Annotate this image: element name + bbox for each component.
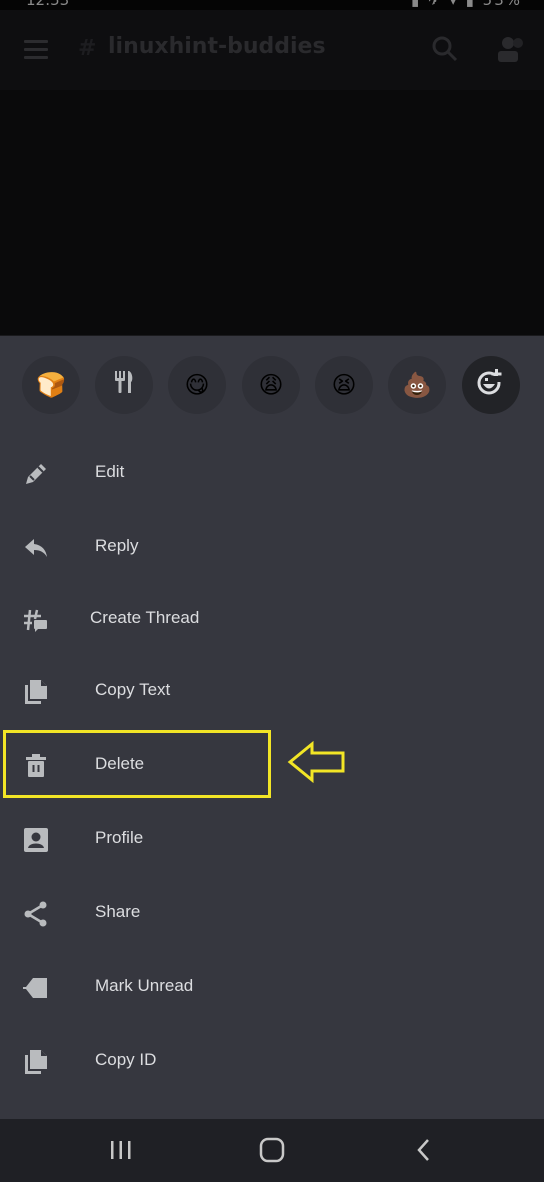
members-icon[interactable] bbox=[496, 34, 526, 64]
reply-icon bbox=[22, 534, 50, 562]
reaction-fork-and-knife[interactable] bbox=[95, 356, 153, 414]
poop-emoji-icon: 💩 bbox=[402, 371, 432, 399]
status-clock: 12:53 bbox=[26, 0, 70, 9]
menu-item-label: Reply bbox=[95, 536, 139, 555]
dim-overlay[interactable] bbox=[0, 90, 544, 335]
quick-reactions-row: 🍞 😋 😩 😫 💩 bbox=[0, 356, 544, 416]
thread-icon bbox=[22, 606, 50, 634]
recent-apps-icon[interactable] bbox=[104, 1135, 138, 1165]
trash-icon bbox=[22, 752, 50, 780]
fork-knife-icon bbox=[112, 369, 136, 401]
status-icons: ▮ ✈ ▾ ▮ 53% bbox=[410, 0, 522, 9]
yum-emoji-icon: 😋 bbox=[184, 371, 210, 399]
message-actions-sheet: 🍞 😋 😩 😫 💩 Edit Reply Create Thread Copy … bbox=[0, 335, 544, 1119]
copy-id-icon bbox=[22, 1048, 50, 1076]
menu-item-copy-text[interactable]: Copy Text bbox=[0, 662, 544, 722]
copy-icon bbox=[22, 678, 50, 706]
menu-item-copy-id[interactable]: Copy ID bbox=[0, 1032, 544, 1092]
menu-item-label: Delete bbox=[95, 754, 145, 773]
hash-icon: # bbox=[78, 36, 97, 61]
menu-item-edit[interactable]: Edit bbox=[0, 444, 544, 504]
bread-emoji-icon: 🍞 bbox=[36, 371, 66, 399]
channel-header: # linuxhint-buddies bbox=[0, 10, 544, 90]
reaction-weary[interactable]: 😩 bbox=[242, 356, 300, 414]
reaction-tired-face[interactable]: 😫 bbox=[315, 356, 373, 414]
menu-item-delete[interactable]: Delete bbox=[0, 736, 544, 796]
reaction-bread[interactable]: 🍞 bbox=[22, 356, 80, 414]
add-reaction-icon bbox=[476, 367, 506, 403]
share-icon bbox=[22, 900, 50, 928]
tired-face-emoji-icon: 😫 bbox=[331, 371, 357, 399]
back-icon[interactable] bbox=[408, 1135, 442, 1165]
weary-emoji-icon: 😩 bbox=[258, 371, 284, 399]
menu-item-share[interactable]: Share bbox=[0, 884, 544, 944]
menu-item-profile[interactable]: Profile bbox=[0, 810, 544, 870]
home-icon[interactable] bbox=[255, 1135, 289, 1165]
menu-item-label: Create Thread bbox=[90, 608, 200, 627]
add-reaction-button[interactable] bbox=[462, 356, 520, 414]
menu-item-label: Profile bbox=[95, 828, 144, 847]
menu-item-label: Mark Unread bbox=[95, 976, 194, 995]
menu-item-label: Copy ID bbox=[95, 1050, 157, 1069]
reaction-yum[interactable]: 😋 bbox=[168, 356, 226, 414]
menu-item-mark-unread[interactable]: Mark Unread bbox=[0, 958, 544, 1018]
menu-item-create-thread[interactable]: Create Thread bbox=[0, 590, 544, 650]
system-nav-bar bbox=[0, 1119, 544, 1182]
menu-item-label: Edit bbox=[95, 462, 125, 481]
pencil-icon bbox=[22, 460, 50, 488]
profile-icon bbox=[22, 826, 50, 854]
menu-item-label: Copy Text bbox=[95, 680, 171, 699]
hamburger-icon[interactable] bbox=[24, 40, 48, 60]
search-icon[interactable] bbox=[430, 34, 460, 64]
menu-item-reply[interactable]: Reply bbox=[0, 518, 544, 578]
mark-unread-icon bbox=[22, 974, 50, 1002]
channel-title: linuxhint-buddies bbox=[108, 34, 326, 59]
menu-item-label: Share bbox=[95, 902, 141, 921]
reaction-poop[interactable]: 💩 bbox=[388, 356, 446, 414]
status-bar: 12:53 ▮ ✈ ▾ ▮ 53% bbox=[0, 0, 544, 10]
